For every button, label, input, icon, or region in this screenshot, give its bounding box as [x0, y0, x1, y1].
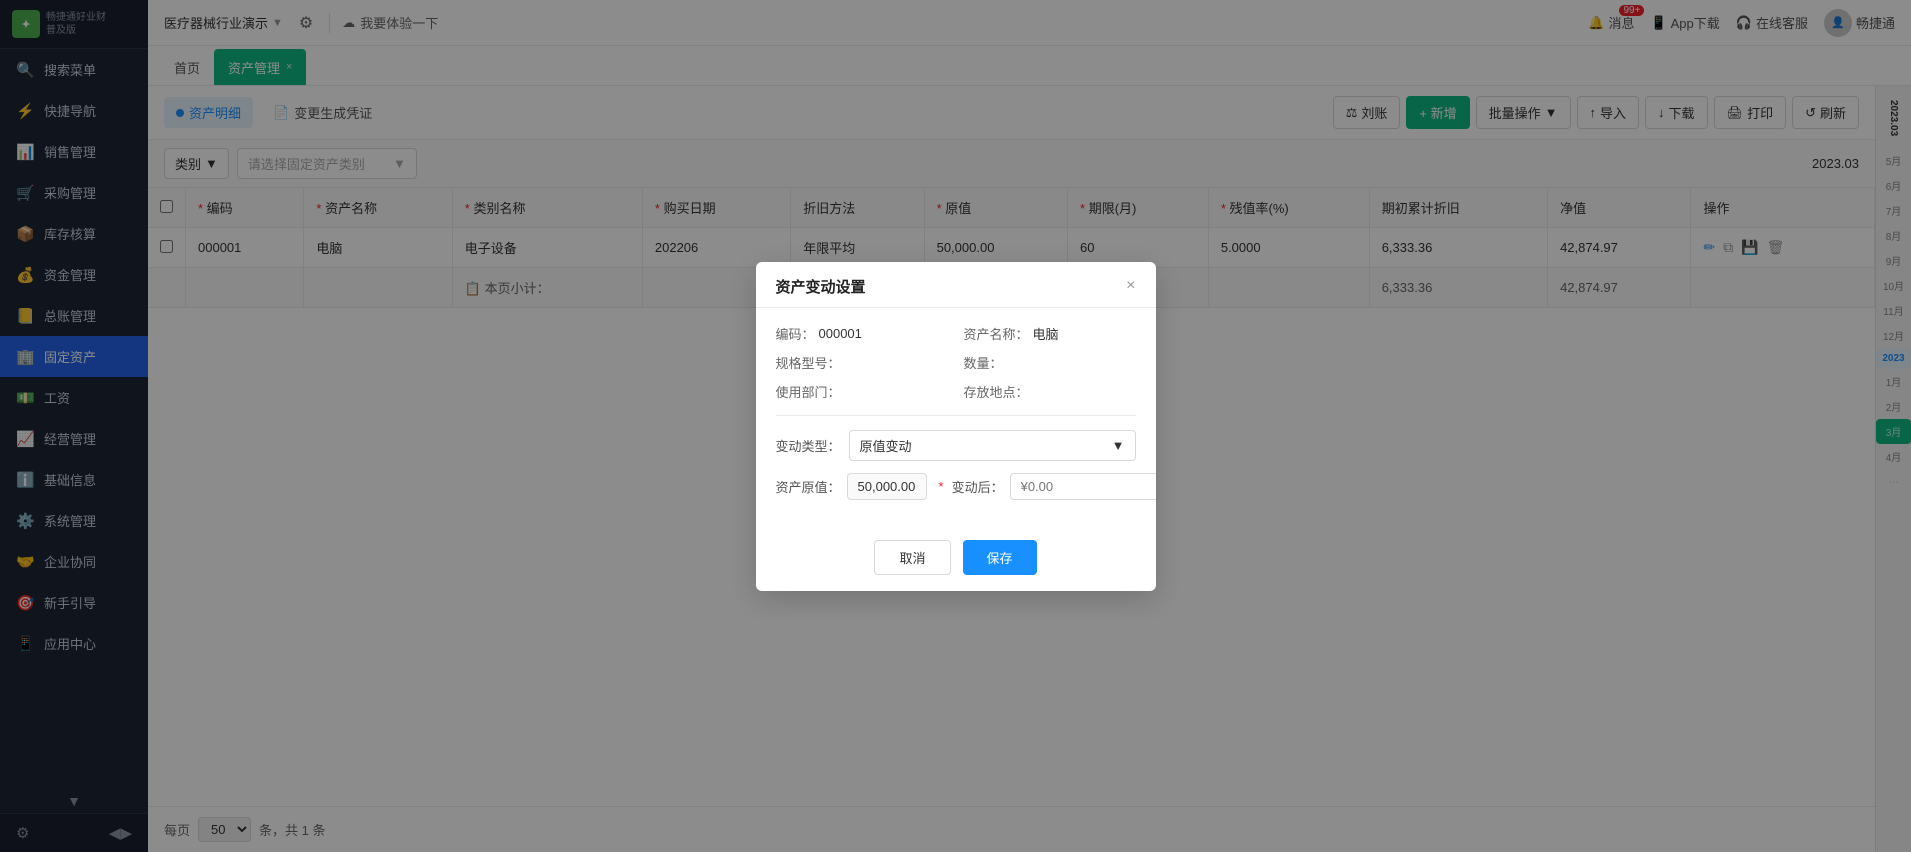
dialog-body: 编码： 000001 资产名称： 电脑 规格型号： 数量： 使用部门： — [756, 308, 1156, 528]
asset-change-dialog: 资产变动设置 × 编码： 000001 资产名称： 电脑 规格型号： 数量： — [756, 262, 1156, 591]
dialog-divider — [776, 415, 1136, 416]
dialog-info-grid: 编码： 000001 资产名称： 电脑 规格型号： 数量： 使用部门： — [776, 324, 1136, 401]
dialog-close-button[interactable]: × — [1126, 277, 1135, 295]
after-label: 变动后： — [952, 477, 1004, 496]
name-label: 资产名称： — [964, 324, 1029, 343]
info-name: 资产名称： 电脑 — [964, 324, 1136, 343]
change-type-row: 变动类型： 原值变动 ▼ — [776, 430, 1136, 461]
name-value: 电脑 — [1033, 324, 1059, 343]
save-button[interactable]: 保存 — [963, 540, 1037, 575]
modal-overlay: 资产变动设置 × 编码： 000001 资产名称： 电脑 规格型号： 数量： — [0, 0, 1911, 852]
location-label: 存放地点： — [964, 382, 1029, 401]
info-spec: 规格型号： — [776, 353, 948, 372]
code-value: 000001 — [819, 326, 862, 341]
asset-value-display: 50,000.00 — [847, 473, 927, 500]
change-type-value: 原值变动 — [860, 436, 912, 455]
after-value-col: * 变动后： — [939, 473, 1156, 500]
asset-value-col: 资产原值： 50,000.00 — [776, 473, 927, 500]
dialog-footer: 取消 保存 — [756, 528, 1156, 591]
spec-label: 规格型号： — [776, 353, 841, 372]
asset-value-label: 资产原值： — [776, 477, 841, 496]
change-type-label: 变动类型： — [776, 436, 841, 455]
required-star: * — [939, 479, 944, 494]
dept-label: 使用部门： — [776, 382, 841, 401]
quantity-label: 数量： — [964, 353, 1003, 372]
value-row: 资产原值： 50,000.00 * 变动后： — [776, 473, 1136, 500]
info-quantity: 数量： — [964, 353, 1136, 372]
cancel-button[interactable]: 取消 — [874, 540, 950, 575]
code-label: 编码： — [776, 324, 815, 343]
change-type-select[interactable]: 原值变动 ▼ — [849, 430, 1136, 461]
info-dept: 使用部门： — [776, 382, 948, 401]
info-code: 编码： 000001 — [776, 324, 948, 343]
info-location: 存放地点： — [964, 382, 1136, 401]
dialog-header: 资产变动设置 × — [756, 262, 1156, 308]
after-value-input[interactable] — [1010, 473, 1156, 500]
change-type-arrow-icon: ▼ — [1112, 438, 1125, 453]
dialog-title: 资产变动设置 — [776, 276, 866, 297]
